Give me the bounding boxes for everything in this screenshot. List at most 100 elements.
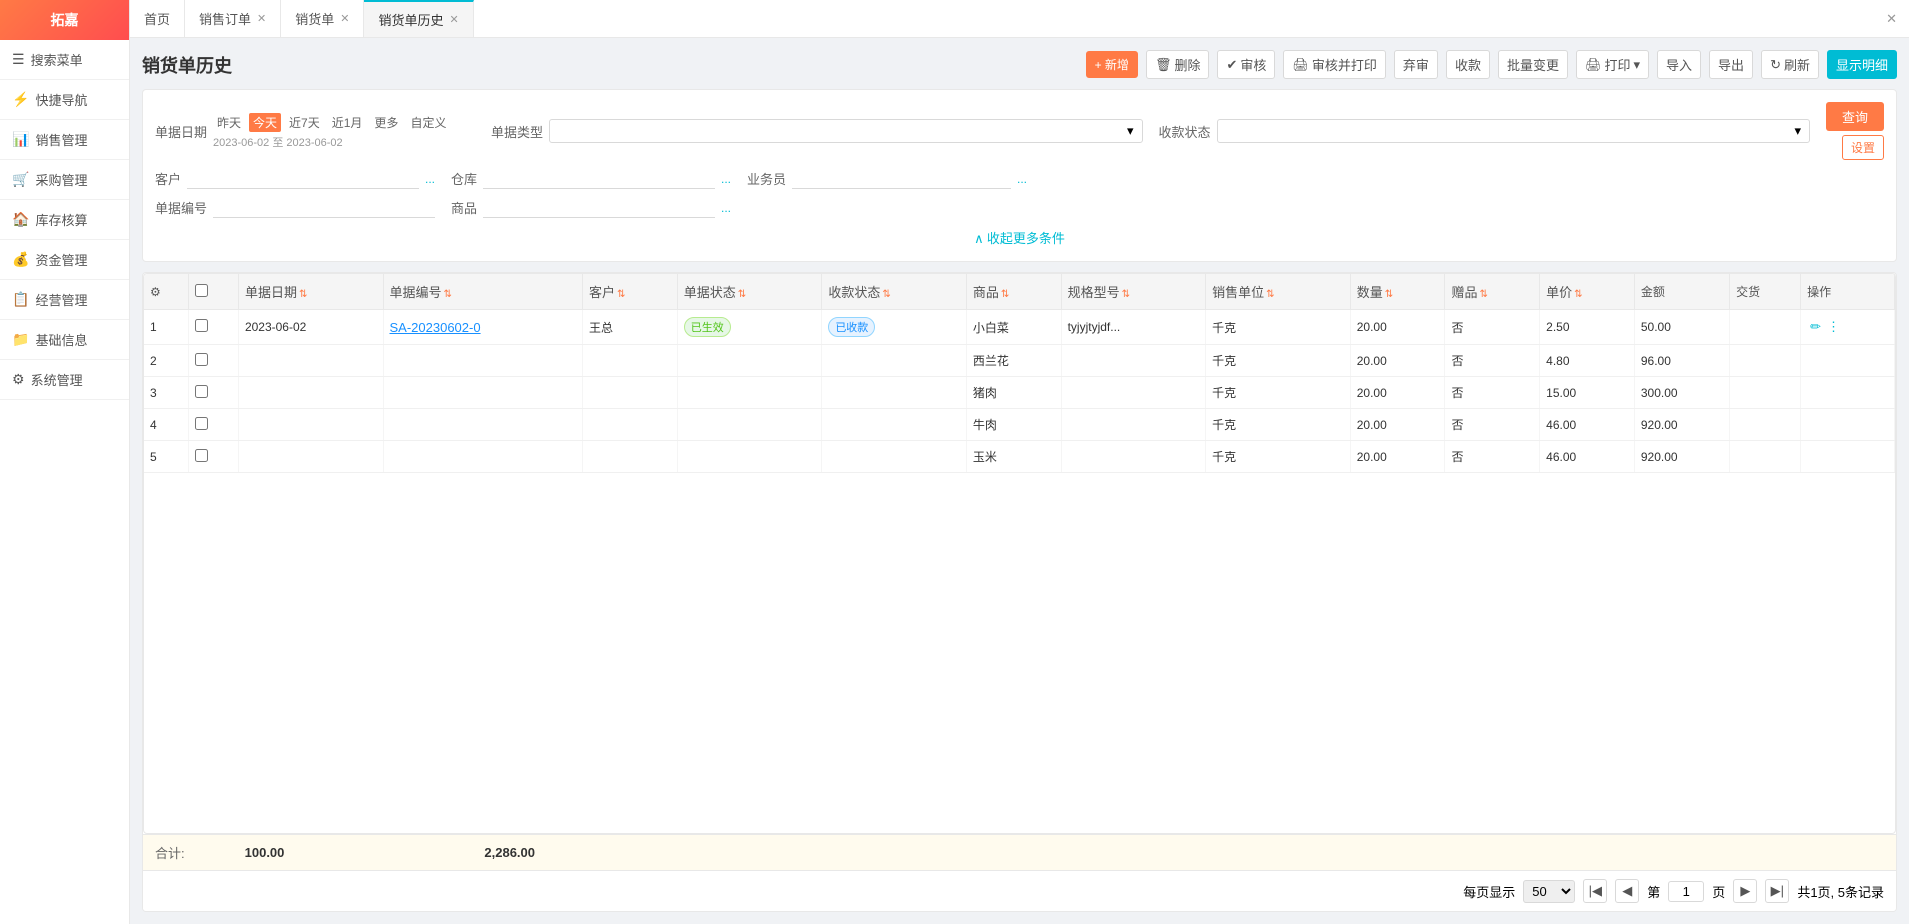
tab-sales-goods[interactable]: 销货单 ✕ bbox=[281, 0, 364, 37]
sidebar-item-inventory[interactable]: 🏠 库存核算 bbox=[0, 200, 129, 240]
customer-input[interactable] bbox=[187, 168, 419, 189]
warehouse-search-icon[interactable]: ... bbox=[721, 172, 731, 186]
sidebar-item-finance-mgmt[interactable]: 💰 资金管理 bbox=[0, 240, 129, 280]
export-button[interactable]: 导出 bbox=[1709, 50, 1753, 79]
col-doc-date[interactable]: 单据日期⇅ bbox=[238, 274, 383, 310]
collect-button[interactable]: 收款 bbox=[1446, 50, 1490, 79]
col-spec[interactable]: 规格型号⇅ bbox=[1061, 274, 1206, 310]
doc-type-select[interactable]: ▾ bbox=[549, 119, 1142, 143]
col-doc-no[interactable]: 单据编号⇅ bbox=[383, 274, 583, 310]
row-checkbox[interactable] bbox=[189, 409, 239, 441]
last-page-btn[interactable]: ▶| bbox=[1765, 879, 1789, 903]
sidebar-item-label: 系统管理 bbox=[31, 370, 83, 389]
row-action: ✏⋮ bbox=[1801, 310, 1895, 345]
goods-input[interactable] bbox=[483, 197, 715, 218]
import-button[interactable]: 导入 bbox=[1657, 50, 1701, 79]
collect-status-select[interactable]: ▾ bbox=[1217, 119, 1810, 143]
more-action[interactable]: ⋮ bbox=[1827, 319, 1840, 334]
doc-no-input[interactable] bbox=[213, 197, 435, 218]
per-page-select[interactable]: 50 100 200 bbox=[1523, 880, 1575, 903]
sidebar-item-system-mgmt[interactable]: ⚙ 系统管理 bbox=[0, 360, 129, 400]
row-checkbox[interactable] bbox=[189, 345, 239, 377]
row-select-checkbox[interactable] bbox=[195, 417, 208, 430]
row-customer bbox=[583, 345, 678, 377]
operation-icon: 📋 bbox=[12, 291, 29, 308]
collapse-icon: ∧ bbox=[974, 231, 984, 246]
filter-warehouse: 仓库 ... bbox=[451, 168, 731, 189]
date-tab-yesterday[interactable]: 昨天 bbox=[213, 113, 245, 132]
sidebar-item-operation-mgmt[interactable]: 📋 经营管理 bbox=[0, 280, 129, 320]
inventory-icon: 🏠 bbox=[12, 211, 29, 228]
sales-icon: 📊 bbox=[12, 131, 29, 148]
sidebar-item-purchase-mgmt[interactable]: 🛒 采购管理 bbox=[0, 160, 129, 200]
prev-page-btn[interactable]: ◀ bbox=[1615, 879, 1639, 903]
first-page-btn[interactable]: |◀ bbox=[1583, 879, 1607, 903]
table-row: 2 西兰花 千克 20.00 否 4.80 96.00 bbox=[144, 345, 1895, 377]
row-checkbox[interactable] bbox=[189, 310, 239, 345]
sidebar-item-search-menu[interactable]: ☰ 搜索菜单 bbox=[0, 40, 129, 80]
col-collect-status[interactable]: 收款状态⇅ bbox=[822, 274, 967, 310]
tab-sales-history[interactable]: 销货单历史 ✕ bbox=[364, 0, 473, 37]
row-select-checkbox[interactable] bbox=[195, 319, 208, 332]
row-checkbox[interactable] bbox=[189, 377, 239, 409]
query-button[interactable]: 查询 bbox=[1826, 102, 1884, 131]
tab-home[interactable]: 首页 bbox=[130, 0, 185, 37]
row-select-checkbox[interactable] bbox=[195, 353, 208, 366]
filter-row-1: 单据日期 昨天 今天 近7天 近1月 更多 自定义 2023-06-02 至 2… bbox=[155, 102, 1884, 160]
page-input[interactable] bbox=[1668, 881, 1704, 902]
customer-search-icon[interactable]: ... bbox=[425, 172, 435, 186]
col-qty[interactable]: 数量⇅ bbox=[1350, 274, 1445, 310]
warehouse-input[interactable] bbox=[483, 168, 715, 189]
row-goods: 玉米 bbox=[966, 441, 1061, 473]
doc-no-label: 单据编号 bbox=[155, 198, 207, 217]
date-tab-today[interactable]: 今天 bbox=[249, 113, 281, 132]
batch-change-button[interactable]: 批量变更 bbox=[1498, 50, 1568, 79]
sidebar-item-label: 销售管理 bbox=[35, 130, 87, 149]
close-sales-order-icon[interactable]: ✕ bbox=[257, 12, 266, 25]
next-page-btn[interactable]: ▶ bbox=[1733, 879, 1757, 903]
print-button[interactable]: 🖨 打印 ▾ bbox=[1576, 50, 1649, 79]
date-tabs: 昨天 今天 近7天 近1月 更多 自定义 bbox=[213, 113, 450, 132]
col-gift[interactable]: 赠品⇅ bbox=[1445, 274, 1540, 310]
new-button[interactable]: + 新增 bbox=[1086, 51, 1138, 78]
sidebar-item-sales-mgmt[interactable]: 📊 销售管理 bbox=[0, 120, 129, 160]
settings-button[interactable]: 设置 bbox=[1842, 135, 1884, 160]
tab-sales-order[interactable]: 销售订单 ✕ bbox=[185, 0, 281, 37]
review-button[interactable]: ✔ 审核 bbox=[1217, 50, 1275, 79]
col-customer[interactable]: 客户⇅ bbox=[583, 274, 678, 310]
review-print-button[interactable]: 🖨 审核并打印 bbox=[1283, 50, 1386, 79]
doc-no-link[interactable]: SA-20230602-0 bbox=[390, 320, 481, 335]
select-all-checkbox[interactable] bbox=[195, 284, 208, 297]
row-num: 3 bbox=[144, 377, 189, 409]
date-tab-custom[interactable]: 自定义 bbox=[406, 113, 450, 132]
show-detail-button[interactable]: 显示明细 bbox=[1827, 50, 1897, 79]
close-sales-goods-icon[interactable]: ✕ bbox=[340, 12, 349, 25]
collapse-row[interactable]: ∧ 收起更多条件 bbox=[155, 226, 1884, 249]
col-doc-status[interactable]: 单据状态⇅ bbox=[677, 274, 822, 310]
row-checkbox[interactable] bbox=[189, 441, 239, 473]
row-select-checkbox[interactable] bbox=[195, 385, 208, 398]
tab-close-all[interactable]: ✕ bbox=[1874, 11, 1909, 27]
edit-action[interactable]: ✏ bbox=[1810, 319, 1821, 334]
row-amount: 920.00 bbox=[1634, 409, 1729, 441]
col-unit[interactable]: 销售单位⇅ bbox=[1206, 274, 1351, 310]
sidebar-item-basic-info[interactable]: 📁 基础信息 bbox=[0, 320, 129, 360]
date-tab-1month[interactable]: 近1月 bbox=[328, 113, 367, 132]
goods-search-icon[interactable]: ... bbox=[721, 201, 731, 215]
salesperson-input[interactable] bbox=[792, 168, 1011, 189]
col-settings[interactable]: ⚙ bbox=[144, 274, 189, 310]
col-goods[interactable]: 商品⇅ bbox=[966, 274, 1061, 310]
abandon-button[interactable]: 弃审 bbox=[1394, 50, 1438, 79]
date-tab-7days[interactable]: 近7天 bbox=[285, 113, 324, 132]
date-tab-more[interactable]: 更多 bbox=[370, 113, 402, 132]
row-action bbox=[1801, 345, 1895, 377]
refresh-button[interactable]: ↻ 刷新 bbox=[1761, 50, 1819, 79]
sidebar-item-quick-nav[interactable]: ⚡ 快捷导航 bbox=[0, 80, 129, 120]
row-goods: 小白菜 bbox=[966, 310, 1061, 345]
salesperson-search-icon[interactable]: ... bbox=[1017, 172, 1027, 186]
row-select-checkbox[interactable] bbox=[195, 449, 208, 462]
delete-button[interactable]: 🗑 删除 bbox=[1146, 50, 1210, 79]
row-customer bbox=[583, 377, 678, 409]
col-unit-price[interactable]: 单价⇅ bbox=[1540, 274, 1635, 310]
close-sales-history-icon[interactable]: ✕ bbox=[450, 13, 459, 26]
